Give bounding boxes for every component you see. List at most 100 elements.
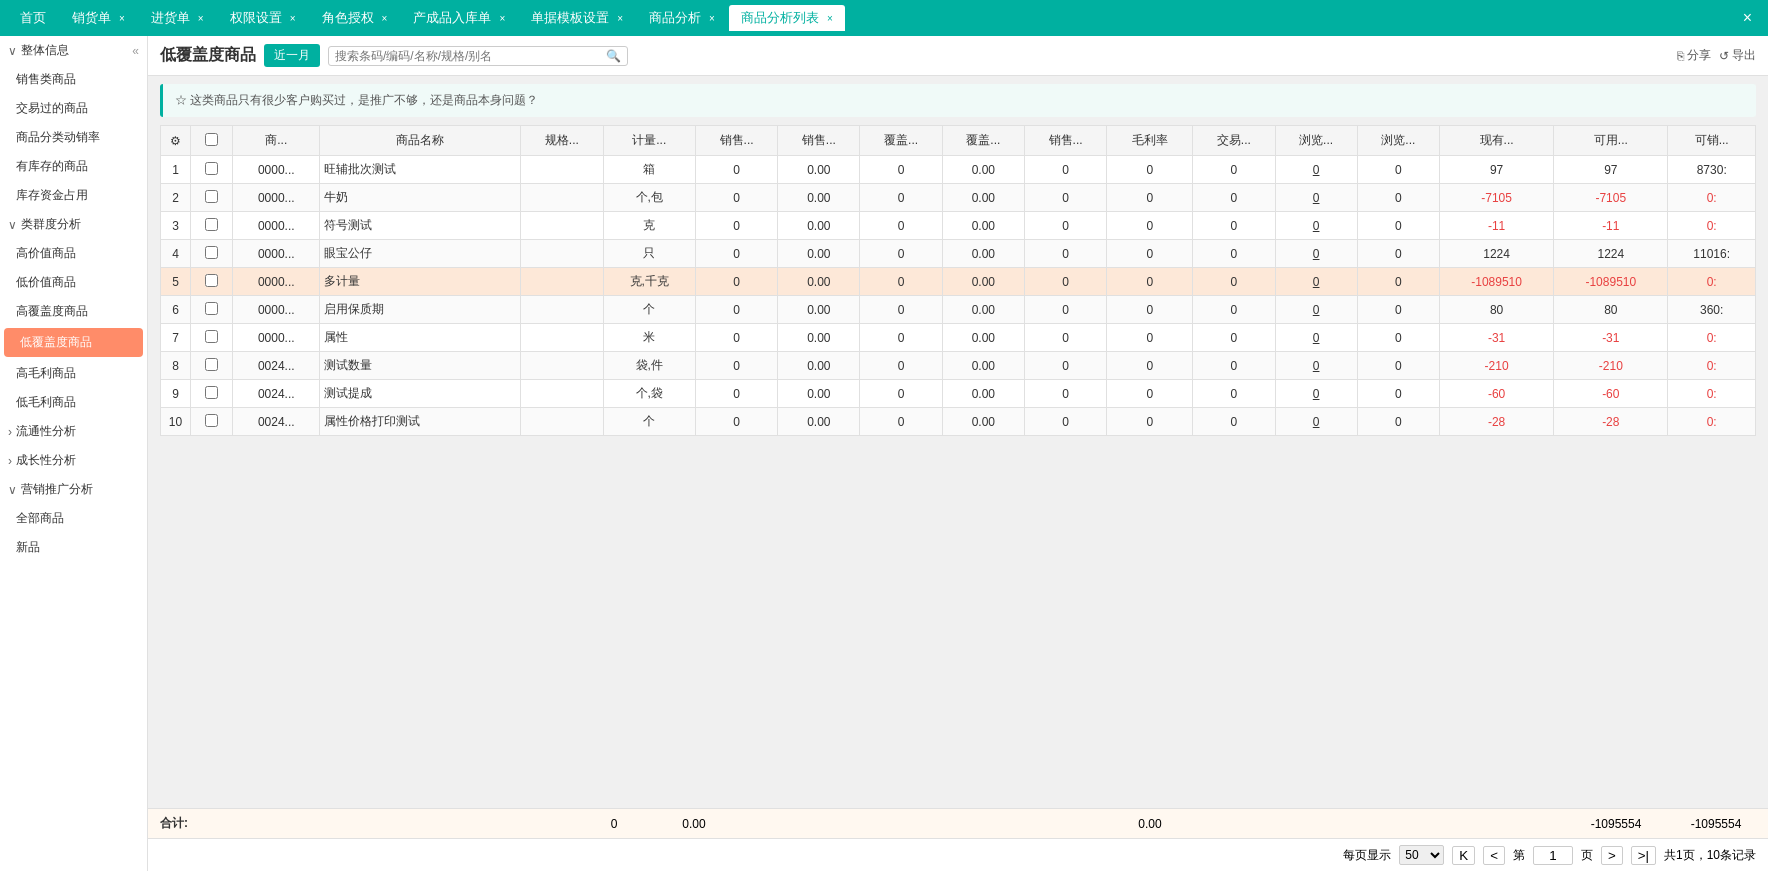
sidebar-section-overall[interactable]: ∨ 整体信息 [0, 36, 77, 65]
th-settings[interactable]: ⚙ [161, 126, 191, 156]
row-browse1[interactable]: 0 [1275, 240, 1357, 268]
row-unit: 箱 [603, 156, 695, 184]
sidebar-section-growth[interactable]: › 成长性分析 [0, 446, 147, 475]
export-button[interactable]: ↺ 导出 [1719, 47, 1756, 64]
row-select-checkbox[interactable] [205, 386, 218, 399]
row-code: 0000... [233, 324, 320, 352]
share-button[interactable]: ⎘ 分享 [1677, 47, 1711, 64]
sidebar-item-traded-goods[interactable]: 交易过的商品 [0, 94, 147, 123]
prev-page-btn[interactable]: < [1483, 846, 1505, 865]
row-gross: 0 [1107, 156, 1193, 184]
row-name[interactable]: 多计量 [320, 268, 521, 296]
row-browse1[interactable]: 0 [1275, 352, 1357, 380]
row-trade: 0 [1193, 156, 1275, 184]
row-select-checkbox[interactable] [205, 218, 218, 231]
row-checkbox [191, 268, 233, 296]
period-button[interactable]: 近一月 [264, 44, 320, 67]
close-purchase-tab[interactable]: × [198, 13, 204, 24]
sidebar-item-high-value[interactable]: 高价值商品 [0, 239, 147, 268]
row-name[interactable]: 测试提成 [320, 380, 521, 408]
sidebar-item-low-coverage[interactable]: 低覆盖度商品 [4, 328, 143, 357]
row-browse1[interactable]: 0 [1275, 184, 1357, 212]
row-num: 10 [161, 408, 191, 436]
next-page-btn[interactable]: > [1601, 846, 1623, 865]
sidebar-section-cluster[interactable]: ∨ 类群度分析 [0, 210, 147, 239]
close-permissions-tab[interactable]: × [290, 13, 296, 24]
sidebar-item-stocked-goods[interactable]: 有库存的商品 [0, 152, 147, 181]
row-select-checkbox[interactable] [205, 358, 218, 371]
sidebar-item-low-value[interactable]: 低价值商品 [0, 268, 147, 297]
row-select-checkbox[interactable] [205, 246, 218, 259]
search-input[interactable] [335, 49, 606, 63]
row-gross: 0 [1107, 212, 1193, 240]
row-saleable: 0: [1668, 324, 1756, 352]
row-name[interactable]: 测试数量 [320, 352, 521, 380]
row-available: -1089510 [1554, 268, 1668, 296]
row-name[interactable]: 眼宝公仔 [320, 240, 521, 268]
row-name[interactable]: 牛奶 [320, 184, 521, 212]
tab-sales[interactable]: 销货单 × [60, 5, 137, 31]
close-all-tabs[interactable]: × [1735, 9, 1760, 27]
close-finished-goods-tab[interactable]: × [499, 13, 505, 24]
sidebar-item-category-rate[interactable]: 商品分类动销率 [0, 123, 147, 152]
search-icon[interactable]: 🔍 [606, 49, 621, 63]
row-browse1[interactable]: 0 [1275, 296, 1357, 324]
tab-finished-goods[interactable]: 产成品入库单 × [401, 5, 517, 31]
row-code: 0000... [233, 184, 320, 212]
row-sales3: 0 [1024, 296, 1106, 324]
sidebar-item-inventory-capital[interactable]: 库存资金占用 [0, 181, 147, 210]
sidebar-item-new-goods[interactable]: 新品 [0, 533, 147, 562]
tab-home[interactable]: 首页 [8, 5, 58, 31]
row-name[interactable]: 启用保质期 [320, 296, 521, 324]
sidebar-section-marketing[interactable]: ∨ 营销推广分析 [0, 475, 147, 504]
tab-goods-analysis-list[interactable]: 商品分析列表 × [729, 5, 845, 31]
row-select-checkbox[interactable] [205, 162, 218, 175]
page-number-input[interactable] [1533, 846, 1573, 865]
per-page-select[interactable]: 50 100 200 [1399, 845, 1444, 865]
tab-permissions[interactable]: 权限设置 × [218, 5, 308, 31]
close-sales-tab[interactable]: × [119, 13, 125, 24]
sidebar-item-high-margin[interactable]: 高毛利商品 [0, 359, 147, 388]
row-select-checkbox[interactable] [205, 414, 218, 427]
total-info: 共1页，10条记录 [1664, 847, 1756, 864]
row-browse1[interactable]: 0 [1275, 380, 1357, 408]
row-code: 0000... [233, 268, 320, 296]
sidebar-item-high-coverage[interactable]: 高覆盖度商品 [0, 297, 147, 326]
row-name[interactable]: 符号测试 [320, 212, 521, 240]
row-select-checkbox[interactable] [205, 330, 218, 343]
tab-template-settings[interactable]: 单据模板设置 × [519, 5, 635, 31]
row-browse1[interactable]: 0 [1275, 212, 1357, 240]
sidebar-item-low-margin[interactable]: 低毛利商品 [0, 388, 147, 417]
first-page-btn[interactable]: K [1452, 846, 1475, 865]
table-container[interactable]: ⚙ 商... 商品名称 规格... 计量... 销售... 销售... 覆盖..… [160, 125, 1756, 808]
th-available: 可用... [1554, 126, 1668, 156]
tab-purchase[interactable]: 进货单 × [139, 5, 216, 31]
sidebar-item-all-goods[interactable]: 全部商品 [0, 504, 147, 533]
last-page-btn[interactable]: >| [1631, 846, 1656, 865]
tab-goods-analysis[interactable]: 商品分析 × [637, 5, 727, 31]
select-all-checkbox[interactable] [205, 133, 218, 146]
close-template-tab[interactable]: × [617, 13, 623, 24]
table-row: 4 0000... 眼宝公仔 只 0 0.00 0 0.00 0 0 0 0 0… [161, 240, 1756, 268]
row-browse1[interactable]: 0 [1275, 156, 1357, 184]
sidebar-collapse-btn[interactable]: « [132, 44, 139, 58]
sidebar-item-sales-goods[interactable]: 销售类商品 [0, 65, 147, 94]
row-sales3: 0 [1024, 156, 1106, 184]
close-goods-analysis-list-tab[interactable]: × [827, 13, 833, 24]
row-name[interactable]: 旺辅批次测试 [320, 156, 521, 184]
row-browse1[interactable]: 0 [1275, 268, 1357, 296]
row-select-checkbox[interactable] [205, 302, 218, 315]
row-browse1[interactable]: 0 [1275, 408, 1357, 436]
tab-role-auth[interactable]: 角色授权 × [310, 5, 400, 31]
row-name[interactable]: 属性 [320, 324, 521, 352]
row-select-checkbox[interactable] [205, 274, 218, 287]
close-goods-analysis-tab[interactable]: × [709, 13, 715, 24]
row-num: 5 [161, 268, 191, 296]
row-gross: 0 [1107, 352, 1193, 380]
row-name[interactable]: 属性价格打印测试 [320, 408, 521, 436]
row-num: 8 [161, 352, 191, 380]
sidebar-section-circulation[interactable]: › 流通性分析 [0, 417, 147, 446]
row-browse1[interactable]: 0 [1275, 324, 1357, 352]
row-select-checkbox[interactable] [205, 190, 218, 203]
close-role-auth-tab[interactable]: × [382, 13, 388, 24]
